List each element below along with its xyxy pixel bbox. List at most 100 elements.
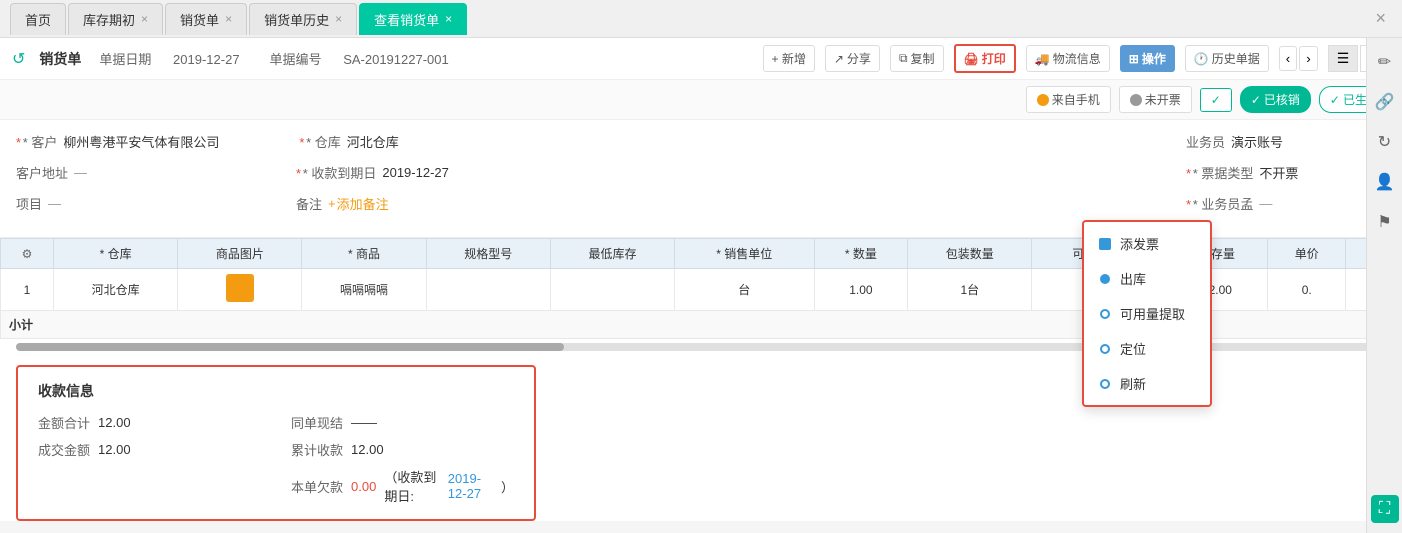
logistics-button[interactable]: 🚚 物流信息	[1026, 45, 1110, 72]
add-invoice-item[interactable]: 添发票	[1084, 226, 1210, 261]
tab-sales-order[interactable]: 销货单 ×	[165, 3, 247, 35]
gear-icon[interactable]: ⚙	[22, 247, 33, 261]
cell-pack-qty: 1台	[908, 269, 1032, 311]
salesperson2-value: —	[1259, 196, 1272, 211]
col-unit-price: 单价	[1268, 239, 1346, 269]
tab-check-sales-label: 查看销货单	[374, 10, 439, 29]
prev-button[interactable]: ‹	[1279, 46, 1297, 71]
tab-sales-history-close[interactable]: ×	[335, 12, 342, 26]
cumulative-value: 12.00	[351, 442, 384, 457]
project-label: 项目	[16, 194, 42, 213]
total-amount-value: 12.00	[98, 415, 131, 430]
form-row-1: * * 客户 柳州粤港平安气体有限公司 * * 仓库 河北仓库 业务员 演示账号	[16, 132, 1386, 151]
mobile-icon	[1037, 94, 1049, 106]
history-button[interactable]: 🕐 历史单据	[1185, 45, 1269, 72]
customer-label: * * 客户	[16, 132, 57, 151]
sidebar-expand-icon[interactable]: ⛶	[1371, 495, 1399, 523]
locate-icon	[1098, 342, 1112, 356]
address-value: —	[74, 165, 87, 180]
transaction-amount-value: 12.00	[98, 442, 131, 457]
doc-date-label: 单据日期 2019-12-27	[99, 49, 251, 68]
check-icon-button[interactable]: ✓	[1200, 88, 1232, 112]
customer-field: * * 客户 柳州粤港平安气体有限公司	[16, 132, 219, 151]
tab-check-sales-close[interactable]: ×	[445, 12, 452, 26]
global-close-button[interactable]: ×	[1369, 8, 1392, 29]
sidebar-person-icon[interactable]: 👤	[1371, 168, 1399, 196]
address-label: 客户地址	[16, 163, 68, 182]
due-date-value: 2019-12-27	[448, 471, 493, 501]
tab-inventory-init-label: 库存期初	[83, 10, 135, 29]
col-spec: 规格型号	[426, 239, 550, 269]
plus-icon: +	[328, 196, 336, 211]
due-date-suffix: ）	[501, 477, 514, 496]
tab-home[interactable]: 首页	[10, 3, 66, 35]
new-button[interactable]: + 新增	[763, 45, 815, 72]
payment-date-label: * * 收款到期日	[296, 163, 376, 182]
scroll-thumb[interactable]	[16, 343, 564, 351]
cell-sales-unit: 台	[675, 269, 815, 311]
tab-check-sales[interactable]: 查看销货单 ×	[359, 3, 467, 35]
effective-check-icon: ✓	[1330, 93, 1340, 107]
product-thumbnail	[226, 274, 254, 302]
cell-product: 嗝嗝嗝嗝	[302, 269, 426, 311]
transaction-amount-label: 成交金额	[38, 440, 90, 459]
cumulative-item: 累计收款 12.00	[291, 440, 514, 459]
refresh-item[interactable]: 刷新	[1084, 366, 1210, 401]
nav-arrows: ‹ ›	[1279, 46, 1318, 71]
sidebar-flag-icon[interactable]: ⚑	[1371, 208, 1399, 236]
share-button[interactable]: ↗ 分享	[825, 45, 880, 72]
right-sidebar: ✏ 🔗 ↻ 👤 ⚑ ⛶	[1366, 38, 1402, 533]
note-add-text: 添加备注	[337, 194, 389, 213]
sidebar-edit-icon[interactable]: ✏	[1371, 48, 1399, 76]
copy-button[interactable]: ⧉ 复制	[890, 45, 944, 72]
note-label: 备注	[296, 194, 322, 213]
refresh-icon	[1098, 377, 1112, 391]
payment-date-field: * * 收款到期日 2019-12-27	[296, 163, 496, 182]
history-icon: 🕐	[1194, 52, 1209, 66]
copy-icon: ⧉	[899, 51, 908, 66]
operate-button[interactable]: ⊞ 操作	[1120, 45, 1175, 72]
add-invoice-icon	[1098, 237, 1112, 251]
sidebar-link-icon[interactable]: 🔗	[1371, 88, 1399, 116]
from-mobile-button[interactable]: 来自手机	[1026, 86, 1111, 113]
out-warehouse-item[interactable]: 出库	[1084, 261, 1210, 296]
tab-sales-history[interactable]: 销货单历史 ×	[249, 3, 357, 35]
cell-index: 1	[1, 269, 54, 311]
doc-icon: ↺	[12, 49, 25, 69]
tab-home-label: 首页	[25, 10, 51, 29]
operate-icon: ⊞	[1129, 52, 1139, 66]
check-icon: ✓	[1251, 93, 1261, 107]
salesperson-value: 演示账号	[1231, 132, 1283, 151]
same-order-value: ——	[351, 415, 377, 430]
cell-unit-price: 0.	[1268, 269, 1346, 311]
already-cancelled-button[interactable]: ✓ 已核销	[1240, 86, 1311, 113]
share-icon: ↗	[834, 52, 844, 66]
out-warehouse-icon	[1098, 272, 1112, 286]
cell-product-image	[178, 269, 302, 311]
doc-title: 销货单	[39, 49, 81, 69]
customer-value: 柳州粤港平安气体有限公司	[63, 132, 219, 151]
available-qty-item[interactable]: 可用量提取	[1084, 296, 1210, 331]
salesperson-label: 业务员	[1186, 132, 1225, 151]
print-button[interactable]: 🖨 打印	[954, 44, 1016, 73]
view-list-button[interactable]: ☰	[1328, 45, 1359, 72]
tab-inventory-init[interactable]: 库存期初 ×	[68, 3, 163, 35]
ticket-type-field: * * 票据类型 不开票	[1186, 163, 1386, 182]
tab-inventory-init-close[interactable]: ×	[141, 12, 148, 26]
this-owed-item: 本单欠款 0.00 （收款到期日: 2019-12-27 ）	[291, 467, 514, 505]
tab-sales-order-close[interactable]: ×	[225, 12, 232, 26]
this-owed-value: 0.00	[351, 479, 376, 494]
form-row-3: 项目 — 备注 + 添加备注 * * 业务员孟 —	[16, 194, 1386, 213]
action-bar: 来自手机 未开票 ✓ ✓ 已核销 ✓ 已生效	[0, 80, 1402, 120]
ticket-type-label: * * 票据类型	[1186, 163, 1253, 182]
salesperson-field: 业务员 演示账号	[1186, 132, 1386, 151]
logistics-icon: 🚚	[1035, 52, 1050, 66]
add-note-button[interactable]: + 添加备注	[328, 194, 389, 213]
ticket-type-value: 不开票	[1259, 163, 1298, 182]
sidebar-rotate-icon[interactable]: ↻	[1371, 128, 1399, 156]
cell-quantity: 1.00	[814, 269, 908, 311]
next-button[interactable]: ›	[1299, 46, 1317, 71]
locate-item[interactable]: 定位	[1084, 331, 1210, 366]
not-open-button[interactable]: 未开票	[1119, 86, 1192, 113]
col-quantity: * 数量	[814, 239, 908, 269]
